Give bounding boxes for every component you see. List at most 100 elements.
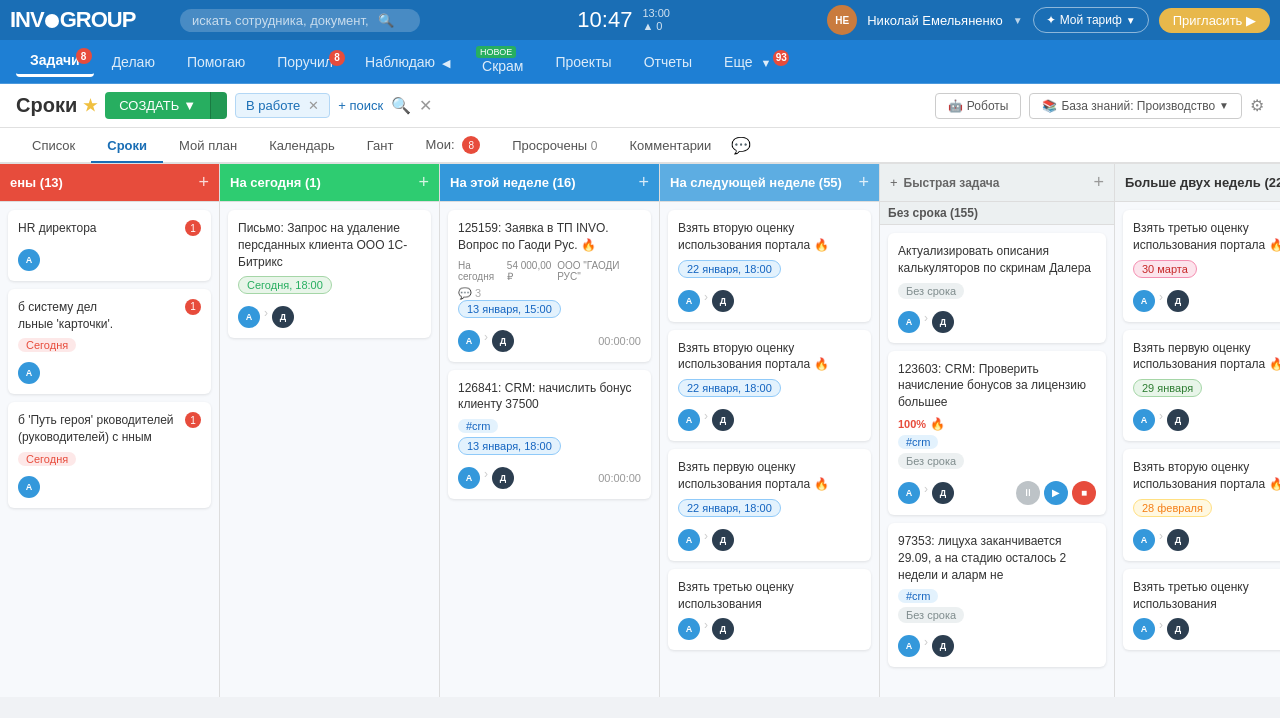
arrow-icon: › (1159, 290, 1163, 312)
task-card[interactable]: Взять третью оценку использования портал… (1123, 210, 1280, 322)
task-card[interactable]: Взять первую оценку использования портал… (1123, 330, 1280, 442)
task-avatars: А (18, 249, 40, 271)
tab-help[interactable]: Помогаю (173, 48, 259, 76)
overdue-badge: Сегодня (18, 452, 76, 466)
sub-tab-overdue[interactable]: Просрочены 0 (496, 130, 613, 163)
task-card[interactable]: HR директора 1 А (8, 210, 211, 281)
task-card[interactable]: Взять вторую оценку использования портал… (668, 330, 871, 442)
task-avatar: А (1133, 529, 1155, 551)
tab-reports[interactable]: Отчеты (630, 48, 706, 76)
sub-tab-deadlines[interactable]: Сроки (91, 130, 163, 163)
task-avatars: А › Д (898, 311, 954, 333)
col-quick-task-nosoon[interactable]: + (890, 175, 898, 190)
filter-tag-inwork[interactable]: В работе ✕ (235, 93, 330, 118)
task-footer: А › Д (678, 529, 861, 551)
search-filter-hint[interactable]: + поиск (338, 98, 383, 113)
tab-projects[interactable]: Проекты (541, 48, 625, 76)
col-add-thisweek-button[interactable]: + (638, 172, 649, 193)
task-card[interactable]: Взять вторую оценку использования портал… (1123, 449, 1280, 561)
sub-tab-myplan[interactable]: Мой план (163, 130, 253, 163)
task-avatar: А (1133, 618, 1155, 640)
sub-tab-list[interactable]: Список (16, 130, 91, 163)
task-avatar: Д (272, 306, 294, 328)
filter-search-icon[interactable]: 🔍 (391, 96, 411, 115)
filter-tag-close-icon[interactable]: ✕ (308, 98, 319, 113)
task-card[interactable]: Взять третью оценку использования А › Д (1123, 569, 1280, 651)
task-avatar: А (898, 482, 920, 504)
kb-button[interactable]: 📚 База знаний: Производство ▼ (1029, 93, 1242, 119)
stop-button[interactable]: ■ (1072, 481, 1096, 505)
task-footer: А › Д (1133, 290, 1280, 312)
task-avatars: А › Д (678, 290, 734, 312)
task-footer: А (18, 362, 201, 384)
search-input[interactable] (192, 13, 372, 28)
task-title: Взять первую оценку использования портал… (678, 459, 861, 493)
tab-scrum[interactable]: НОВОЕ Скрам (468, 44, 537, 80)
tab-watch[interactable]: Наблюдаю ◀ (351, 48, 464, 76)
task-title: Взять третью оценку использования (678, 579, 861, 613)
task-card[interactable]: Взять вторую оценку использования портал… (668, 210, 871, 322)
task-avatars: А (18, 476, 40, 498)
pause-button[interactable]: ⏸ (1016, 481, 1040, 505)
create-arrow-icon: ▼ (183, 98, 196, 113)
task-date: 22 января, 18:00 (678, 379, 781, 397)
task-card[interactable]: 97353: лицуха заканчивается 29.09, а на … (888, 523, 1106, 667)
task-avatar: А (898, 311, 920, 333)
invite-button[interactable]: Пригласить ▶ (1159, 8, 1270, 33)
sub-tab-calendar[interactable]: Календарь (253, 130, 351, 163)
col-add-nosoon-button[interactable]: + (1093, 172, 1104, 193)
task-footer: А › Д 00:00:00 (458, 467, 641, 489)
task-date: Без срока (898, 607, 964, 623)
task-avatar: А (238, 306, 260, 328)
col-add-today-button[interactable]: + (418, 172, 429, 193)
task-avatar: А (18, 249, 40, 271)
task-footer: А (18, 249, 201, 271)
my-tariff-button[interactable]: ✦ Мой тариф ▼ (1033, 7, 1149, 33)
col-add-nextweek-button[interactable]: + (858, 172, 869, 193)
timer-controls: ⏸ ▶ ■ (1016, 481, 1096, 505)
task-card[interactable]: 125159: Заявка в ТП INVO. Вопрос по Гаод… (448, 210, 651, 362)
sub-tab-comments[interactable]: Комментарии (614, 130, 728, 163)
col-add-overdue-button[interactable]: + (198, 172, 209, 193)
task-avatar: А (678, 618, 700, 640)
filter-clear-icon[interactable]: ✕ (419, 96, 432, 115)
task-date: 29 января (1133, 379, 1202, 397)
create-button[interactable]: СОЗДАТЬ ▼ (105, 92, 210, 119)
new-badge: НОВОЕ (476, 46, 516, 58)
col-body-nextweek: Взять вторую оценку использования портал… (660, 202, 879, 697)
task-card[interactable]: Взять третью оценку использования А › Д (668, 569, 871, 651)
task-card[interactable]: б систему дел льные 'карточки'. 1 Сегодн… (8, 289, 211, 395)
task-card[interactable]: 126841: CRM: начислить бонус клиенту 375… (448, 370, 651, 500)
task-card[interactable]: Взять первую оценку использования портал… (668, 449, 871, 561)
task-date: 13 января, 15:00 (458, 300, 561, 318)
search-box[interactable]: 🔍 (180, 9, 420, 32)
task-card[interactable]: Письмо: Запрос на удаление персданных кл… (228, 210, 431, 338)
arrow-icon: › (924, 482, 928, 504)
tab-more[interactable]: Еще 93 ▼ (710, 48, 785, 76)
tab-assign[interactable]: Поручил 8 (263, 48, 347, 76)
sub-tab-mine[interactable]: Мои: 8 (409, 128, 496, 164)
task-avatars: А (18, 362, 40, 384)
task-avatars: А › Д (1133, 409, 1189, 431)
star-icon[interactable]: ★ (83, 96, 97, 115)
task-footer: А › Д (1133, 409, 1280, 431)
col-body-nosoon: Актуализировать описания калькуляторов п… (880, 225, 1114, 697)
task-date: Сегодня, 18:00 (238, 276, 332, 294)
tab-doing[interactable]: Делаю (98, 48, 169, 76)
task-avatar: Д (712, 290, 734, 312)
task-footer: А › Д (678, 409, 861, 431)
invite-label: Пригласить (1173, 13, 1243, 28)
tab-tasks[interactable]: Задачи 8 (16, 46, 94, 77)
robots-button[interactable]: 🤖 Роботы (935, 93, 1022, 119)
task-footer: А › Д (1133, 618, 1280, 640)
comments-icon[interactable]: 💬 (731, 136, 751, 155)
task-avatar: А (678, 409, 700, 431)
task-card[interactable]: б 'Путь героя' рководителей (руководител… (8, 402, 211, 508)
task-card[interactable]: 123603: CRM: Проверить начисление бонусо… (888, 351, 1106, 515)
play-button[interactable]: ▶ (1044, 481, 1068, 505)
task-footer: А (18, 476, 201, 498)
settings-icon[interactable]: ⚙ (1250, 96, 1264, 115)
task-card[interactable]: Актуализировать описания калькуляторов п… (888, 233, 1106, 343)
sub-tab-gantt[interactable]: Гант (351, 130, 410, 163)
create-dropdown-button[interactable] (210, 92, 227, 119)
